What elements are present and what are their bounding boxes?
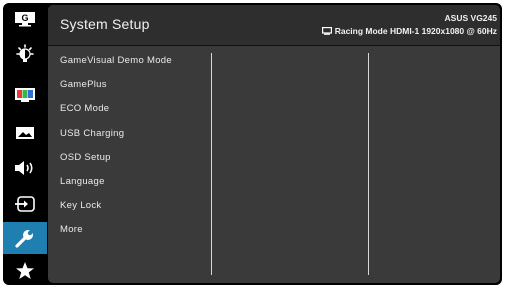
input-select-icon: [15, 196, 35, 212]
input-select-tab[interactable]: [3, 191, 47, 217]
menu-item-osd-setup[interactable]: OSD Setup: [60, 152, 111, 163]
myfavorite-tab[interactable]: [3, 259, 47, 283]
column-divider-1: [211, 53, 212, 275]
menu-item-usb-charging[interactable]: USB Charging: [60, 128, 124, 139]
menu-item-eco-mode[interactable]: ECO Mode: [60, 103, 109, 114]
osd-icon-bar: G: [3, 3, 47, 285]
gamevisual-tab[interactable]: G: [3, 7, 47, 31]
header: System Setup ASUS VG245 Racing Mode HDMI…: [48, 5, 500, 46]
status-line: Racing Mode HDMI-1 1920x1080 @ 60Hz: [321, 26, 497, 36]
monitor-model: ASUS VG245: [444, 13, 497, 23]
color-icon: [15, 88, 35, 102]
menu-item-gamevisual-demo-mode[interactable]: GameVisual Demo Mode: [60, 55, 172, 66]
image-icon: [16, 127, 34, 139]
system-setup-tab[interactable]: [3, 222, 47, 254]
osd-window: G System Setup ASUS VG245 Racing Mode HD…: [3, 3, 502, 285]
system-setup-icon: [15, 227, 36, 248]
myfavorite-star-icon: [16, 262, 34, 279]
menu-item-language[interactable]: Language: [60, 176, 105, 187]
color-tab[interactable]: [3, 83, 47, 107]
image-tab[interactable]: [3, 121, 47, 145]
column-divider-2: [368, 53, 369, 275]
sound-tab[interactable]: [3, 155, 47, 181]
status-text: Racing Mode HDMI-1 1920x1080 @ 60Hz: [334, 26, 497, 36]
svg-text:G: G: [21, 13, 28, 23]
brightness-icon: [16, 44, 34, 62]
menu-item-gameplus[interactable]: GamePlus: [60, 79, 107, 90]
brightness-tab[interactable]: [3, 42, 47, 68]
menu-item-more[interactable]: More: [60, 224, 83, 235]
menu-item-key-lock[interactable]: Key Lock: [60, 200, 101, 211]
page-title: System Setup: [60, 16, 150, 32]
content-panel: System Setup ASUS VG245 Racing Mode HDMI…: [48, 5, 500, 283]
sound-icon: [15, 161, 33, 175]
monitor-icon: [321, 27, 332, 35]
gamevisual-g-icon: G: [15, 12, 35, 27]
